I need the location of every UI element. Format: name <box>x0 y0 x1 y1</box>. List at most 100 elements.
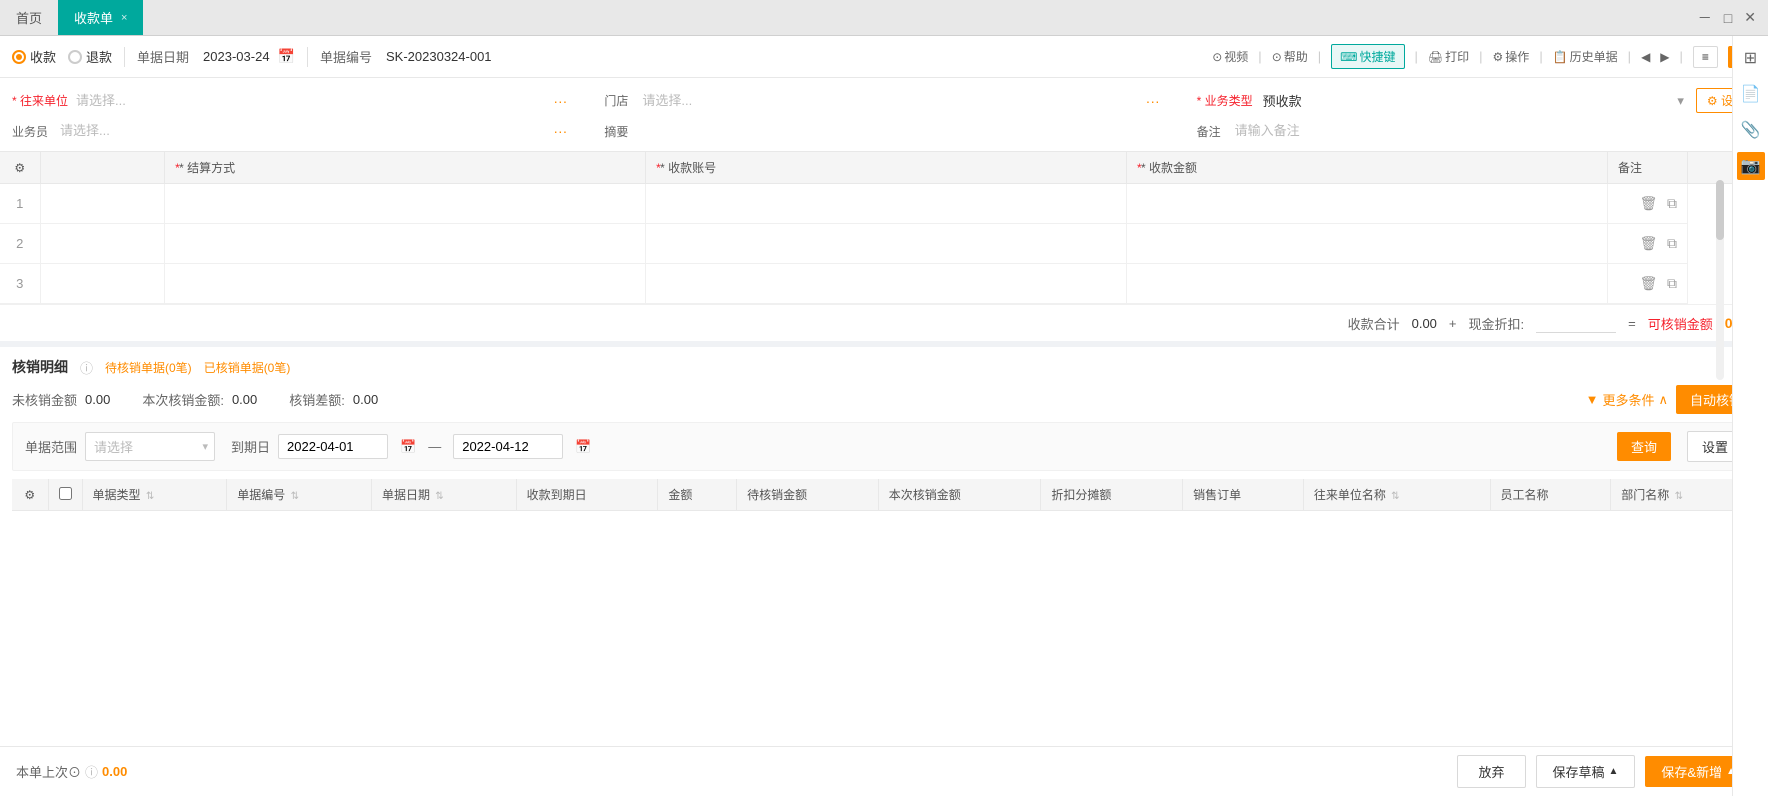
remarks-field: 备注 <box>1197 121 1756 141</box>
store-more-btn[interactable]: ··· <box>1142 93 1164 109</box>
operations-link[interactable]: ⚙ 操作 <box>1493 48 1530 65</box>
discount-input[interactable] <box>1536 313 1616 333</box>
sidebar-camera-icon[interactable]: 📷 <box>1737 152 1765 180</box>
remarks-input[interactable] <box>1231 121 1756 141</box>
number-sort-icon[interactable]: ⇅ <box>291 491 299 502</box>
radio-refund-dot <box>68 50 82 64</box>
row-2-copy-icon[interactable]: ⧉ <box>1667 235 1677 251</box>
sidebar-table-icon[interactable]: ⊞ <box>1737 44 1765 72</box>
writeoff-info-icon[interactable]: ⓘ <box>80 358 93 377</box>
bt-col-date: 单据日期 ⇅ <box>371 479 516 511</box>
bt-col-due-date: 收款到期日 <box>516 479 658 511</box>
page-info-icon[interactable]: ⓘ <box>85 762 98 781</box>
shortcut-btn[interactable]: ⌨ 快捷键 <box>1331 44 1404 69</box>
row-2-delete-icon[interactable]: 🗑 <box>1640 235 1658 251</box>
minimize-button[interactable]: － <box>1698 8 1712 28</box>
partner-label: * 往来单位 <box>12 92 68 109</box>
partner-sort-icon[interactable]: ⇅ <box>1391 491 1399 502</box>
store-input[interactable] <box>638 91 1141 111</box>
maximize-button[interactable]: □ <box>1724 10 1732 26</box>
row-3-settlement[interactable] <box>40 264 165 304</box>
row-2-account[interactable] <box>165 224 646 264</box>
calendar-icon[interactable]: 📅 <box>278 48 295 65</box>
bt-col-type: 单据类型 ⇅ <box>82 479 227 511</box>
tab-receipt[interactable]: 收款单 × <box>58 0 143 35</box>
row-3-delete-icon[interactable]: 🗑 <box>1640 275 1658 291</box>
print-link[interactable]: 🖨 打印 <box>1428 48 1469 65</box>
row-3-remarks[interactable] <box>1127 264 1608 304</box>
col-amount: * * 收款金额 <box>1127 152 1608 184</box>
completed-tab-link[interactable]: 已核销单据(0笔) <box>204 359 291 376</box>
unchecked-label: 未核销金额 <box>12 390 77 409</box>
draft-button[interactable]: 保存草稿 ▲ <box>1536 755 1636 788</box>
row-1-remarks[interactable] <box>1127 184 1608 224</box>
store-sort-icon[interactable]: ⇅ <box>1675 491 1683 502</box>
partner-input[interactable] <box>72 91 549 111</box>
bottom-table-header: ⚙ 单据类型 ⇅ 单据编号 ⇅ <box>12 479 1756 511</box>
list-view-btn[interactable]: ≡ <box>1693 46 1718 68</box>
discount-label: 现金折扣: <box>1469 314 1525 333</box>
col-settlement: * * 结算方式 <box>165 152 646 184</box>
row-1-account[interactable] <box>165 184 646 224</box>
scroll-thumb[interactable] <box>1716 180 1724 240</box>
history-link[interactable]: 📋 历史单据 <box>1553 48 1618 65</box>
business-type-chevron[interactable]: ▾ <box>1677 93 1684 109</box>
row-1-settlement[interactable] <box>40 184 165 224</box>
row-3-amount[interactable] <box>646 264 1127 304</box>
row-3-copy-icon[interactable]: ⧉ <box>1667 275 1677 291</box>
query-btn[interactable]: 查询 <box>1617 432 1671 461</box>
remarks-label: 备注 <box>1197 123 1221 140</box>
summary-input[interactable] <box>638 121 1163 141</box>
more-conditions-btn[interactable]: ▼ 更多条件 ∧ <box>1586 390 1668 409</box>
store-field: 门店 ··· <box>604 91 1163 111</box>
business-type-value: 预收款 <box>1263 91 1678 110</box>
table-gear-icon[interactable]: ⚙ <box>14 161 25 175</box>
radio-receipt[interactable]: 收款 <box>12 47 56 66</box>
next-icon[interactable]: ▶ <box>1660 50 1669 64</box>
tab-close-receipt[interactable]: × <box>121 12 127 24</box>
radio-refund[interactable]: 退款 <box>68 47 112 66</box>
bt-col-partner: 往来单位名称 ⇅ <box>1303 479 1490 511</box>
row-1-actions: 🗑 ⧉ <box>1608 184 1688 224</box>
bt-col-pending: 待核销金额 <box>737 479 879 511</box>
row-1-delete-icon[interactable]: 🗑 <box>1640 195 1658 211</box>
range-select[interactable]: 请选择 ▾ <box>85 432 215 461</box>
bt-col-discount: 折扣分摊额 <box>1041 479 1183 511</box>
type-sort-icon[interactable]: ⇅ <box>146 491 154 502</box>
close-button[interactable]: ✕ <box>1744 9 1756 26</box>
date-sort-icon[interactable]: ⇅ <box>435 491 443 502</box>
history-icon: 📋 <box>1553 50 1568 64</box>
bt-gear-icon[interactable]: ⚙ <box>24 488 35 502</box>
sidebar-document-icon[interactable]: 📄 <box>1737 80 1765 108</box>
staff-input[interactable] <box>56 121 549 141</box>
row-2-settlement[interactable] <box>40 224 165 264</box>
prev-icon[interactable]: ◀ <box>1641 50 1650 64</box>
row-3-num: 3 <box>0 264 40 304</box>
help-link[interactable]: ⊙ 帮助 <box>1272 48 1308 65</box>
pending-tab-link[interactable]: 待核销单据(0笔) <box>105 359 192 376</box>
end-date-cal-icon[interactable]: 📅 <box>575 439 591 455</box>
abandon-button[interactable]: 放弃 <box>1457 755 1525 788</box>
field-divider-3 <box>587 121 588 141</box>
partner-more-btn[interactable]: ··· <box>549 93 571 109</box>
start-date-input[interactable] <box>278 434 388 459</box>
row-2-remarks[interactable] <box>1127 224 1608 264</box>
writeoff-header: 核销明细 ⓘ 待核销单据(0笔) 已核销单据(0笔) <box>12 357 1756 377</box>
toolbar-actions: ⊙ 视频 | ⊙ 帮助 | ⌨ 快捷键 | 🖨 打印 | ⚙ 操作 <box>1212 44 1756 69</box>
bt-col-check <box>48 479 82 511</box>
select-all-checkbox[interactable] <box>59 487 72 500</box>
row-3-account[interactable] <box>165 264 646 304</box>
row-1-amount[interactable] <box>646 184 1127 224</box>
tab-home[interactable]: 首页 <box>0 0 58 35</box>
video-link[interactable]: ⊙ 视频 <box>1212 48 1248 65</box>
row-1-copy-icon[interactable]: ⧉ <box>1667 195 1677 211</box>
sidebar-clip-icon[interactable]: 📎 <box>1737 116 1765 144</box>
row-2-amount[interactable] <box>646 224 1127 264</box>
business-type-label: * 业务类型 <box>1197 92 1253 109</box>
end-date-input[interactable] <box>453 434 563 459</box>
diff-value: 0.00 <box>353 392 378 407</box>
staff-more-btn[interactable]: ··· <box>549 123 571 139</box>
table-row: 1 🗑 ⧉ <box>0 184 1768 224</box>
partner-field: * 往来单位 ··· <box>12 91 571 111</box>
range-filter-field: 单据范围 请选择 ▾ <box>25 432 215 461</box>
